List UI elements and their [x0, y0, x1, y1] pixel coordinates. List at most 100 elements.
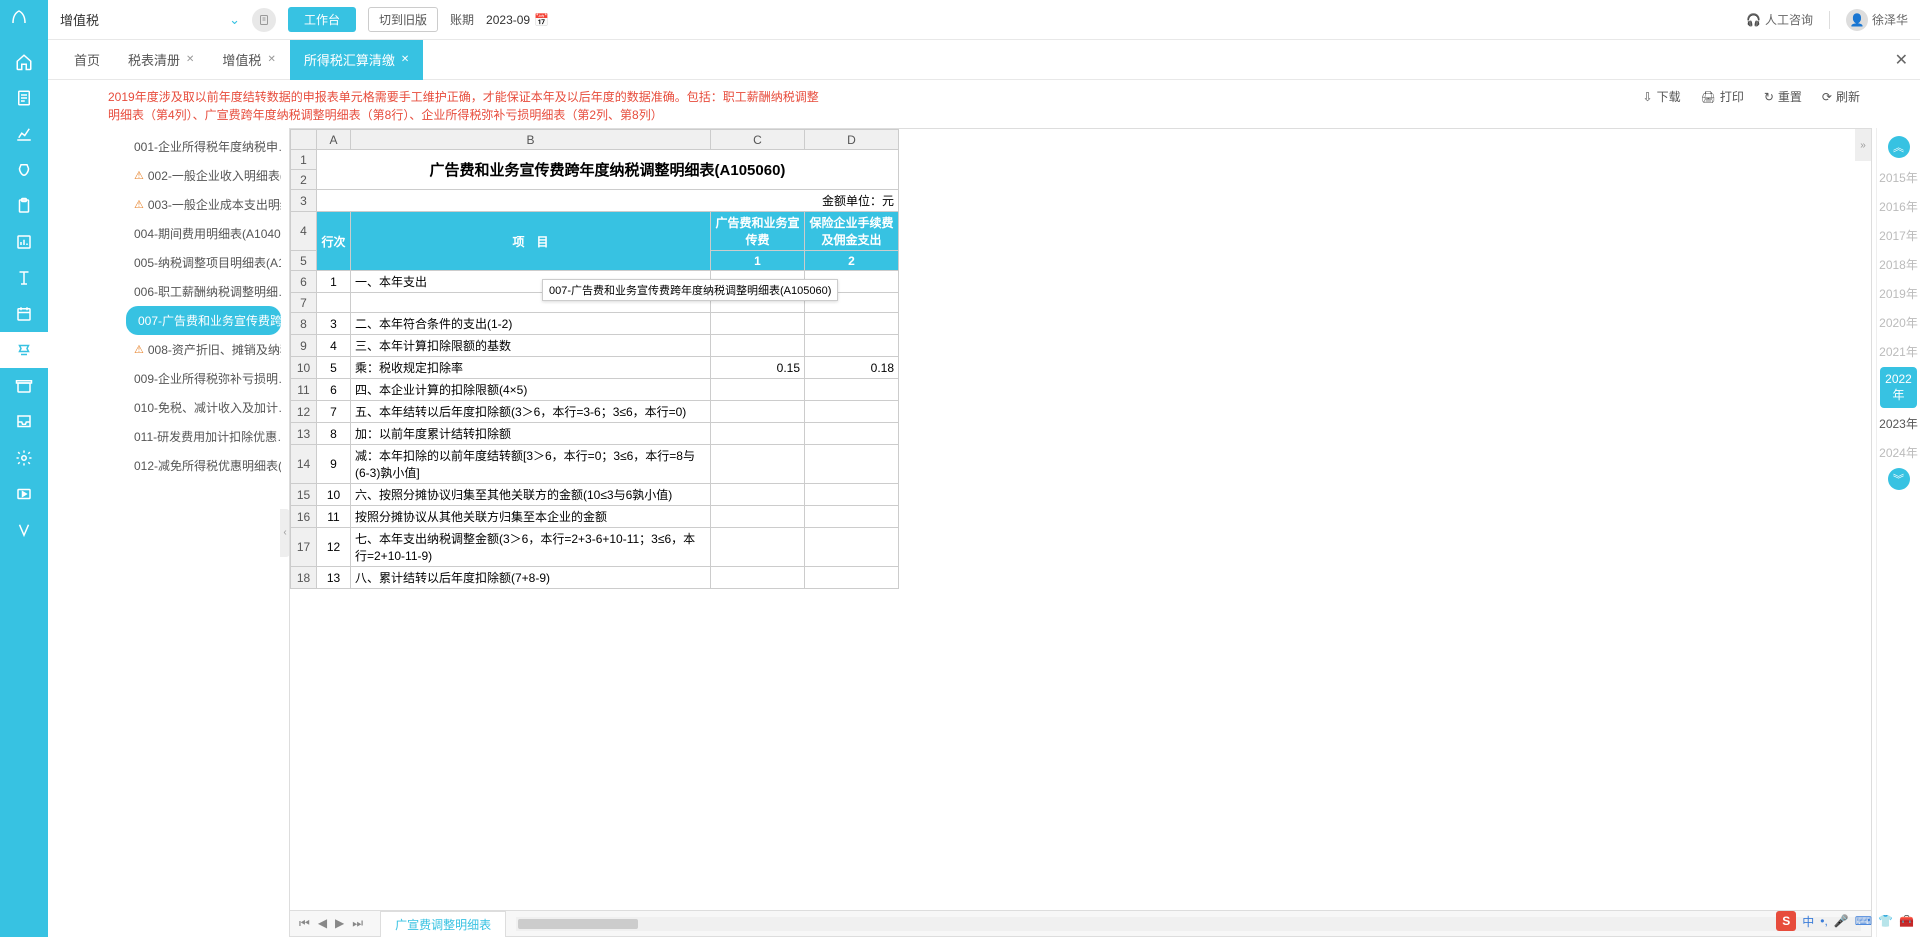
tab[interactable]: 所得税汇算清缴✕	[290, 40, 423, 80]
year-down-icon[interactable]: ︾	[1888, 468, 1910, 490]
year-item[interactable]: 2019年	[1877, 280, 1920, 307]
row-header[interactable]: 17	[291, 528, 317, 567]
form-nav-item[interactable]: 009-企业所得税弥补亏损明…	[126, 364, 281, 393]
print-button[interactable]: 🖨打印	[1701, 88, 1744, 105]
form-nav-item[interactable]: ⚠003-一般企业成本支出明细…	[126, 190, 281, 219]
seq-cell[interactable]: 8	[317, 423, 351, 445]
tab[interactable]: 增值税✕	[208, 40, 289, 80]
close-all-tabs-icon[interactable]: ✕	[1895, 50, 1908, 70]
value-cell[interactable]	[711, 445, 805, 484]
sheet-expand-icon[interactable]: »	[1855, 129, 1871, 161]
item-cell[interactable]: 五、本年结转以后年度扣除额(3＞6，本行=3-6；3≤6，本行=0)	[351, 401, 711, 423]
nav-v-icon[interactable]	[0, 512, 48, 548]
form-nav-item[interactable]: ⚠002-一般企业收入明细表(A…	[126, 161, 281, 190]
form-nav-item[interactable]: 001-企业所得税年度纳税申…	[126, 132, 281, 161]
item-cell[interactable]: 按照分摊协议从其他关联方归集至本企业的金额	[351, 506, 711, 528]
sheet-tab[interactable]: 广宣费调整明细表	[380, 911, 506, 937]
form-nav-item[interactable]: 007-广告费和业务宣传费跨…	[126, 306, 281, 335]
seq-cell[interactable]: 6	[317, 379, 351, 401]
row-header[interactable]: 13	[291, 423, 317, 445]
value-cell[interactable]	[805, 379, 899, 401]
nav-settings-icon[interactable]	[0, 440, 48, 476]
value-cell[interactable]	[805, 528, 899, 567]
tab[interactable]: 税表清册✕	[114, 40, 208, 80]
refresh-button[interactable]: ⟳刷新	[1822, 88, 1860, 105]
year-item[interactable]: 2017年	[1877, 222, 1920, 249]
seq-cell[interactable]: 11	[317, 506, 351, 528]
nav-report-icon[interactable]	[0, 224, 48, 260]
item-cell[interactable]: 减：本年扣除的以前年度结转额[3＞6，本行=0；3≤6，本行=8与(6-3)孰小…	[351, 445, 711, 484]
download-button[interactable]: ⇩下载	[1643, 88, 1681, 105]
value-cell[interactable]	[711, 401, 805, 423]
nav-money-icon[interactable]	[0, 152, 48, 188]
nav-calendar-icon[interactable]	[0, 296, 48, 332]
year-item[interactable]: 2018年	[1877, 251, 1920, 278]
ime-toolbox-icon[interactable]: 🧰	[1899, 914, 1914, 928]
ime-s-icon[interactable]: S	[1776, 911, 1796, 931]
row-header[interactable]: 14	[291, 445, 317, 484]
value-cell[interactable]	[805, 313, 899, 335]
seq-cell[interactable]: 4	[317, 335, 351, 357]
seq-cell[interactable]: 9	[317, 445, 351, 484]
old-version-button[interactable]: 切到旧版	[368, 7, 438, 32]
column-header[interactable]: A	[317, 130, 351, 150]
close-icon[interactable]: ✕	[267, 54, 275, 65]
row-header[interactable]: 11	[291, 379, 317, 401]
column-header[interactable]: C	[711, 130, 805, 150]
year-item[interactable]: 2023年	[1877, 410, 1920, 437]
nav-video-icon[interactable]	[0, 476, 48, 512]
value-cell[interactable]	[711, 506, 805, 528]
nav-archive-icon[interactable]	[0, 368, 48, 404]
ime-mic-icon[interactable]: 🎤	[1834, 914, 1849, 928]
seq-cell[interactable]: 7	[317, 401, 351, 423]
value-cell[interactable]	[711, 335, 805, 357]
seq-cell[interactable]	[317, 293, 351, 313]
row-header[interactable]: 6	[291, 271, 317, 293]
round-info-button[interactable]	[252, 8, 276, 32]
year-item[interactable]: 2016年	[1877, 193, 1920, 220]
column-header[interactable]: D	[805, 130, 899, 150]
nav-chart-icon[interactable]	[0, 116, 48, 152]
value-cell[interactable]	[711, 484, 805, 506]
seq-cell[interactable]: 5	[317, 357, 351, 379]
item-cell[interactable]: 加：以前年度累计结转扣除额	[351, 423, 711, 445]
ime-lang[interactable]: 中	[1802, 913, 1814, 930]
item-cell[interactable]: 七、本年支出纳税调整金额(3＞6，本行=2+3-6+10-11；3≤6，本行=2…	[351, 528, 711, 567]
nav-text-icon[interactable]	[0, 260, 48, 296]
row-header[interactable]: 1	[291, 150, 317, 170]
value-cell[interactable]	[805, 567, 899, 589]
ime-skin-icon[interactable]: 👕	[1878, 914, 1893, 928]
form-nav-item[interactable]: 005-纳税调整项目明细表(A1…	[126, 248, 281, 277]
form-nav-item[interactable]: 004-期间费用明细表(A1040…	[126, 219, 281, 248]
value-cell[interactable]	[711, 528, 805, 567]
nav-clipboard-icon[interactable]	[0, 188, 48, 224]
nav-inbox-icon[interactable]	[0, 404, 48, 440]
workspace-button[interactable]: 工作台	[288, 7, 356, 32]
row-header[interactable]: 7	[291, 293, 317, 313]
value-cell[interactable]	[805, 445, 899, 484]
company-dropdown[interactable]: 增值税 ⌄	[60, 10, 240, 29]
sheet-scroll[interactable]: ABCD1广告费和业务宣传费跨年度纳税调整明细表(A105060)23金额单位：…	[290, 129, 1871, 910]
row-header[interactable]: 9	[291, 335, 317, 357]
value-cell[interactable]	[711, 379, 805, 401]
item-cell[interactable]: 二、本年符合条件的支出(1-2)	[351, 313, 711, 335]
year-item[interactable]: 2024年	[1877, 439, 1920, 466]
user-menu[interactable]: 👤 徐泽华	[1846, 9, 1908, 31]
seq-cell[interactable]: 1	[317, 271, 351, 293]
year-item[interactable]: 2021年	[1877, 338, 1920, 365]
row-header[interactable]: 16	[291, 506, 317, 528]
close-icon[interactable]: ✕	[401, 54, 409, 65]
value-cell[interactable]	[805, 401, 899, 423]
nav-doc-icon[interactable]	[0, 80, 48, 116]
seq-cell[interactable]: 10	[317, 484, 351, 506]
item-cell[interactable]: 三、本年计算扣除限额的基数	[351, 335, 711, 357]
value-cell[interactable]	[805, 335, 899, 357]
close-icon[interactable]: ✕	[186, 54, 194, 65]
form-nav-item[interactable]: 012-减免所得税优惠明细表(…	[126, 451, 281, 480]
value-cell[interactable]	[711, 423, 805, 445]
sheet-nav-next-icon[interactable]: ▶	[332, 916, 347, 931]
seq-cell[interactable]: 3	[317, 313, 351, 335]
row-header[interactable]: 10	[291, 357, 317, 379]
value-cell[interactable]: 0.15	[711, 357, 805, 379]
item-cell[interactable]: 六、按照分摊协议归集至其他关联方的金额(10≤3与6孰小值)	[351, 484, 711, 506]
